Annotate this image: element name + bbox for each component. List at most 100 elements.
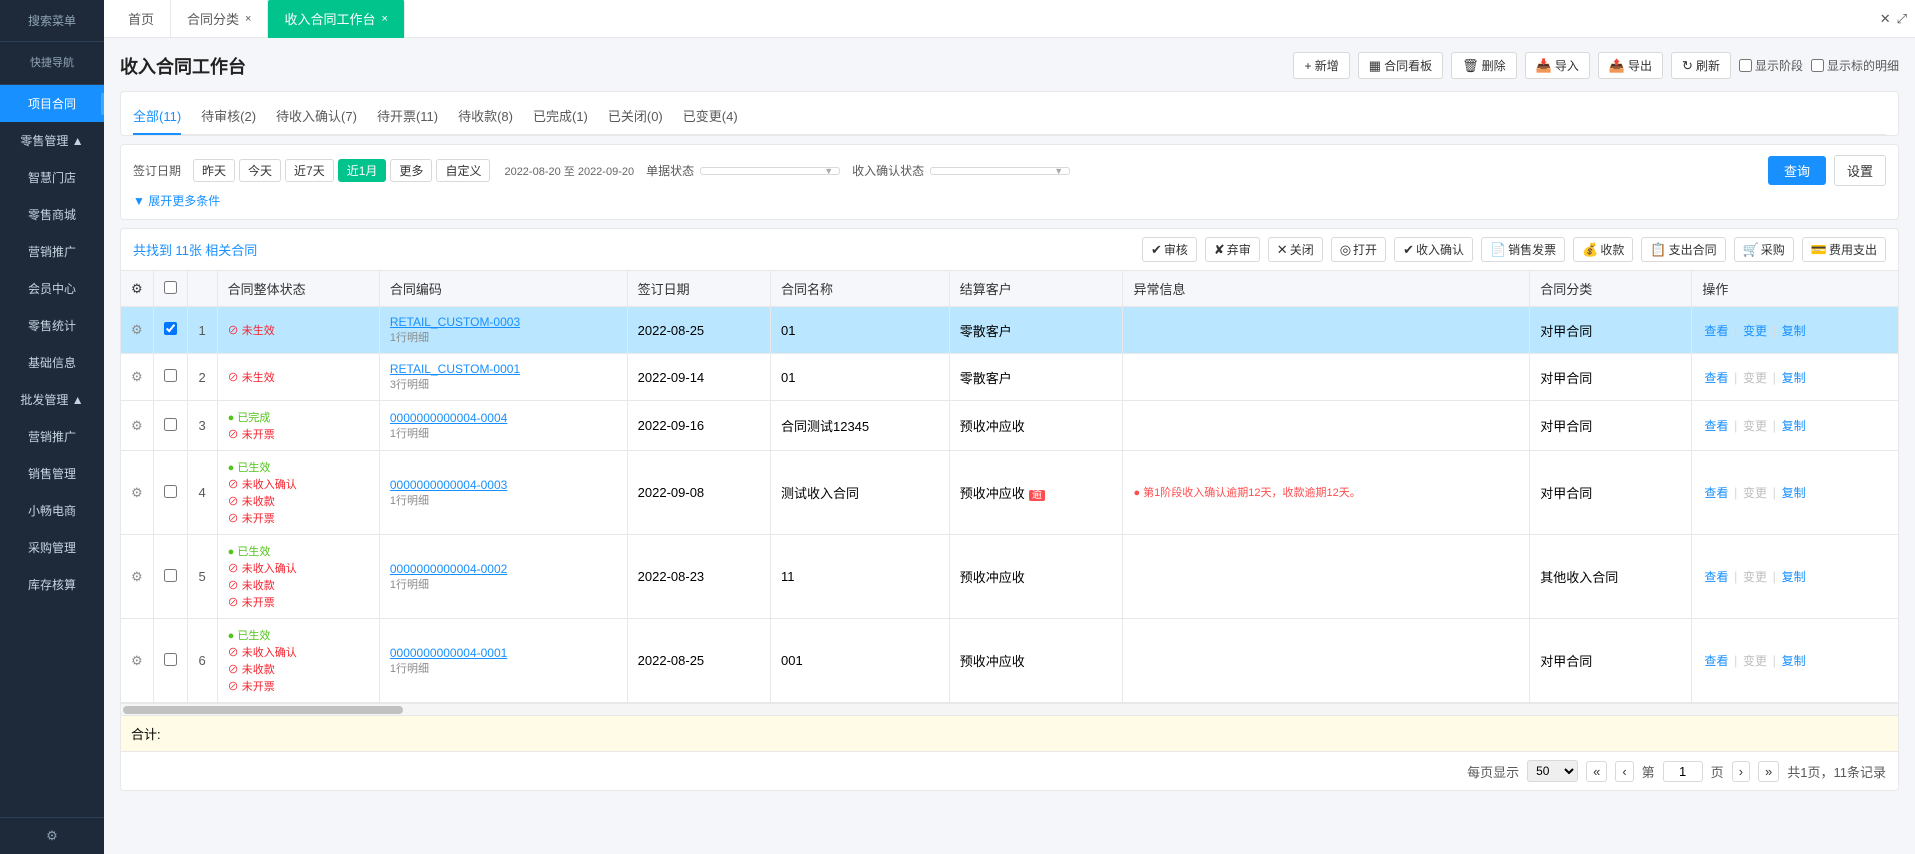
date-btn-more[interactable]: 更多 [390, 159, 432, 182]
header-action-import[interactable]: 📥导入 [1525, 52, 1590, 79]
row-checkbox-4[interactable] [153, 535, 187, 619]
table-action-sales-invoice[interactable]: 📄 销售发票 [1481, 237, 1565, 262]
op-btn-查看[interactable]: 查看 [1702, 324, 1730, 338]
contract-code-link[interactable]: RETAIL_CUSTOM-0001 [390, 362, 617, 376]
row-checkbox-1[interactable] [153, 354, 187, 401]
header-action-delete[interactable]: 🗑删除 [1451, 52, 1517, 79]
header-action-show-stage[interactable]: 显示阶段 [1739, 57, 1803, 74]
tab-close-contract-category[interactable]: × [245, 13, 251, 25]
op-btn-查看[interactable]: 查看 [1702, 570, 1730, 584]
sidebar-settings[interactable]: ⚙ [0, 817, 104, 854]
date-btn-last7[interactable]: 近7天 [285, 159, 334, 182]
table-scroll-container[interactable]: ⚙ 合同整体状态 合同编码 签订日期 合同名称 结算客户 异常信息 合同分类 操… [121, 271, 1898, 751]
filter-tab-done[interactable]: 已完成(1) [533, 100, 588, 135]
sidebar-item-retail-mall[interactable]: 零售商城 [0, 196, 104, 233]
sidebar-item-marketing2[interactable]: 营销推广 [0, 418, 104, 455]
sidebar-item-marketing[interactable]: 营销推广 [0, 233, 104, 270]
filter-tab-closed[interactable]: 已关闭(0) [608, 100, 663, 135]
op-btn-复制[interactable]: 复制 [1780, 371, 1808, 385]
header-action-refresh[interactable]: ↻刷新 [1671, 52, 1731, 79]
tab-bar-right[interactable]: ✕ ⤢ [1880, 11, 1907, 27]
first-page-btn[interactable]: « [1586, 761, 1607, 782]
op-btn-查看[interactable]: 查看 [1702, 486, 1730, 500]
date-btn-last1month[interactable]: 近1月 [338, 159, 387, 182]
table-action-review[interactable]: ✔ 审核 [1142, 237, 1197, 262]
date-btn-yesterday[interactable]: 昨天 [193, 159, 235, 182]
op-btn-查看[interactable]: 查看 [1702, 654, 1730, 668]
row-checkbox-3[interactable] [153, 451, 187, 535]
op-btn-查看[interactable]: 查看 [1702, 371, 1730, 385]
query-button[interactable]: 查询 [1768, 156, 1826, 185]
contract-code-link[interactable]: 0000000000004-0004 [390, 411, 617, 425]
select-all-checkbox[interactable] [164, 281, 177, 294]
table-action-close[interactable]: ✕ 关闭 [1268, 237, 1323, 262]
sidebar-item-inventory[interactable]: 库存核算 [0, 566, 104, 603]
header-action-export[interactable]: 📤导出 [1598, 52, 1663, 79]
op-btn-变更[interactable]: 变更 [1741, 324, 1769, 338]
filter-tab-changed[interactable]: 已变更(4) [683, 100, 738, 135]
sidebar-item-xiaochu[interactable]: 小畅电商 [0, 492, 104, 529]
row-gear-4[interactable]: ⚙ [121, 535, 153, 619]
page-input[interactable] [1663, 761, 1703, 782]
op-btn-复制[interactable]: 复制 [1780, 486, 1808, 500]
show-stage-checkbox[interactable] [1739, 59, 1752, 72]
sidebar-search[interactable]: 搜索菜单 [0, 0, 104, 42]
op-btn-复制[interactable]: 复制 [1780, 324, 1808, 338]
sidebar-item-purchase[interactable]: 采购管理 [0, 529, 104, 566]
row-gear-5[interactable]: ⚙ [121, 619, 153, 703]
income-confirm-select[interactable] [930, 167, 1070, 175]
contract-code-link[interactable]: 0000000000004-0003 [390, 478, 617, 492]
tab-income-workbench[interactable]: 收入合同工作台× [268, 0, 404, 38]
op-btn-复制[interactable]: 复制 [1780, 654, 1808, 668]
header-action-show-detail[interactable]: 显示标的明细 [1811, 57, 1899, 74]
resize-icon[interactable]: ⤢ [1897, 11, 1907, 27]
next-page-btn[interactable]: › [1732, 761, 1750, 782]
row-checkbox-0[interactable] [153, 307, 187, 354]
contract-code-link[interactable]: 0000000000004-0002 [390, 562, 617, 576]
page-size-select[interactable]: 50 100 200 [1527, 760, 1578, 782]
table-action-income-confirm[interactable]: ✔ 收入确认 [1394, 237, 1473, 262]
op-btn-复制[interactable]: 复制 [1780, 419, 1808, 433]
table-action-payment[interactable]: 💰 收款 [1573, 237, 1633, 262]
sidebar-item-retail-mgmt[interactable]: 零售管理 ▲ [0, 122, 104, 159]
header-action-add[interactable]: + 新增 [1293, 52, 1349, 79]
table-action-expense[interactable]: 💳 费用支出 [1802, 237, 1886, 262]
filter-tab-pending-payment[interactable]: 待收款(8) [458, 100, 513, 135]
sidebar-item-wholesale-mgmt[interactable]: 批发管理 ▲ [0, 381, 104, 418]
sidebar-item-sales-mgmt[interactable]: 销售管理 [0, 455, 104, 492]
sidebar-item-retail-stats[interactable]: 零售统计 [0, 307, 104, 344]
date-btn-today[interactable]: 今天 [239, 159, 281, 182]
date-btn-custom[interactable]: 自定义 [436, 159, 490, 182]
op-btn-复制[interactable]: 复制 [1780, 570, 1808, 584]
expand-conditions-btn[interactable]: ▼ 展开更多条件 [133, 194, 220, 208]
prev-page-btn[interactable]: ‹ [1615, 761, 1633, 782]
setting-button[interactable]: 设置 [1834, 155, 1886, 186]
row-gear-2[interactable]: ⚙ [121, 401, 153, 451]
row-gear-1[interactable]: ⚙ [121, 354, 153, 401]
tab-home[interactable]: 首页 [112, 0, 171, 38]
sidebar-item-member[interactable]: 会员中心 [0, 270, 104, 307]
table-action-abandon[interactable]: ✘ 弃审 [1205, 237, 1260, 262]
filter-tab-pending-invoice[interactable]: 待开票(11) [377, 100, 438, 135]
col-gear[interactable]: ⚙ [121, 271, 153, 307]
row-checkbox-2[interactable] [153, 401, 187, 451]
row-gear-3[interactable]: ⚙ [121, 451, 153, 535]
contract-code-link[interactable]: RETAIL_CUSTOM-0003 [390, 315, 617, 329]
contract-code-link[interactable]: 0000000000004-0001 [390, 646, 617, 660]
row-gear-0[interactable]: ⚙ [121, 307, 153, 354]
doc-status-select[interactable] [700, 167, 840, 175]
last-page-btn[interactable]: » [1758, 761, 1779, 782]
header-action-kanban[interactable]: ▦合同看板 [1358, 52, 1443, 79]
close-window-icon[interactable]: ✕ [1880, 11, 1891, 27]
filter-tab-all[interactable]: 全部(11) [133, 100, 181, 135]
sidebar-item-smart-store[interactable]: 智慧门店 [0, 159, 104, 196]
horizontal-scrollbar[interactable] [121, 703, 1898, 715]
filter-tab-pending-confirm[interactable]: 待收入确认(7) [276, 100, 357, 135]
table-action-open[interactable]: ◎ 打开 [1331, 237, 1386, 262]
sidebar-item-project[interactable]: 项目合同 [0, 85, 104, 122]
tab-close-income-workbench[interactable]: × [381, 13, 387, 25]
op-btn-查看[interactable]: 查看 [1702, 419, 1730, 433]
sidebar-item-basic-info[interactable]: 基础信息 [0, 344, 104, 381]
show-detail-checkbox[interactable] [1811, 59, 1824, 72]
tab-contract-category[interactable]: 合同分类× [171, 0, 268, 38]
